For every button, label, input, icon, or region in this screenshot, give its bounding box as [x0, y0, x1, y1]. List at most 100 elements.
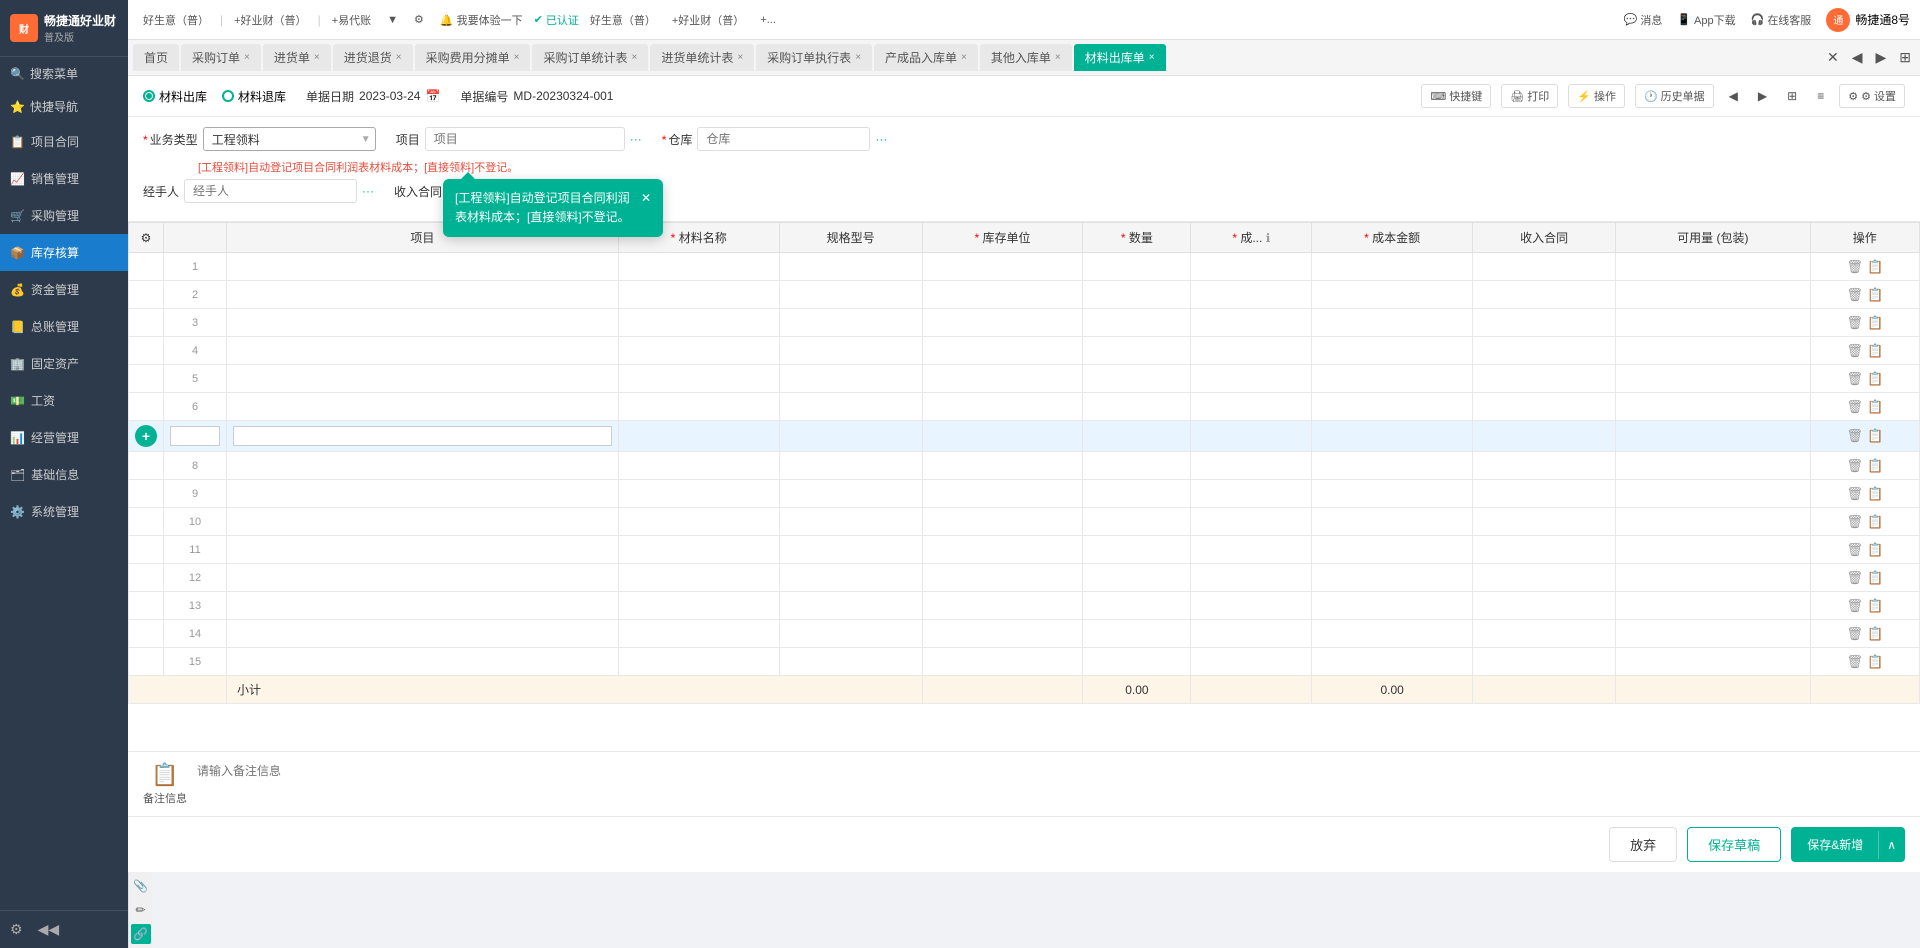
row-13-warehouse[interactable] — [922, 592, 1083, 620]
row-5-warehouse[interactable] — [922, 365, 1083, 393]
row-6-delete-icon[interactable]: 🗑 — [1846, 399, 1863, 415]
tab-goods-in[interactable]: 进货单 × — [263, 44, 331, 71]
row-13-spec[interactable] — [779, 592, 922, 620]
shortcut-btn[interactable]: ⌨ 快捷键 — [1421, 84, 1491, 108]
row-10-income-contract[interactable] — [1473, 508, 1616, 536]
row-4-warehouse[interactable] — [922, 337, 1083, 365]
row-8-available[interactable] — [1616, 452, 1810, 480]
row-8-cost[interactable] — [1191, 452, 1312, 480]
topbar-experience-btn[interactable]: 🔔 我要体验一下 — [435, 10, 528, 30]
row-5-delete-icon[interactable]: 🗑 — [1846, 371, 1863, 387]
row-4-cost[interactable] — [1191, 337, 1312, 365]
row-12-available[interactable] — [1616, 564, 1810, 592]
row-1-spec[interactable] — [779, 253, 922, 281]
tab-purchase-exec[interactable]: 采购订单执行表 × — [756, 44, 872, 71]
row-10-copy-icon[interactable]: 📋 — [1867, 514, 1883, 530]
row-13-cost[interactable] — [1191, 592, 1312, 620]
row-2-material[interactable] — [618, 281, 779, 309]
tab-nav-left-btn[interactable]: ◀ — [1848, 47, 1867, 68]
row-4-project[interactable] — [227, 337, 619, 365]
row-13-cost-amount[interactable] — [1312, 592, 1473, 620]
tab-goods-return-close[interactable]: × — [396, 52, 402, 63]
row-15-quantity[interactable] — [1083, 648, 1191, 676]
row-5-quantity[interactable] — [1083, 365, 1191, 393]
right-panel-attachment-btn[interactable]: 📎 — [131, 876, 151, 896]
row-4-cost-amount[interactable] — [1312, 337, 1473, 365]
row-1-project[interactable] — [227, 253, 619, 281]
handler-input[interactable] — [184, 179, 357, 203]
row-11-quantity[interactable] — [1083, 536, 1191, 564]
tab-purchase-exec-close[interactable]: × — [855, 52, 861, 63]
row-8-copy-icon[interactable]: 📋 — [1867, 458, 1883, 474]
row-8-income-contract[interactable] — [1473, 452, 1616, 480]
row-4-copy-icon[interactable]: 📋 — [1867, 343, 1883, 359]
row-6-project[interactable] — [227, 393, 619, 421]
discard-button[interactable]: 放弃 — [1609, 827, 1677, 862]
row-14-income-contract[interactable] — [1473, 620, 1616, 648]
row-11-income-contract[interactable] — [1473, 536, 1616, 564]
row-5-spec[interactable] — [779, 365, 922, 393]
row-3-copy-icon[interactable]: 📋 — [1867, 315, 1883, 331]
sidebar-item-ledger[interactable]: 📒 总账管理 — [0, 308, 128, 345]
row-13-copy-icon[interactable]: 📋 — [1867, 598, 1883, 614]
row-10-material[interactable] — [618, 508, 779, 536]
row-9-spec[interactable] — [779, 480, 922, 508]
print-btn[interactable]: 🖨 打印 — [1501, 84, 1558, 108]
row-6-copy-icon[interactable]: 📋 — [1867, 399, 1883, 415]
row-7-project[interactable] — [227, 421, 619, 452]
save-new-split-btn[interactable]: 保存&新增 ∧ — [1791, 827, 1905, 862]
row-3-delete-icon[interactable]: 🗑 — [1846, 315, 1863, 331]
tooltip-close-btn[interactable]: ✕ — [641, 189, 651, 208]
row-14-spec[interactable] — [779, 620, 922, 648]
row-12-cost-amount[interactable] — [1312, 564, 1473, 592]
col-settings[interactable]: ⚙ — [129, 223, 164, 253]
row-1-copy-icon[interactable]: 📋 — [1867, 259, 1883, 275]
calendar-icon[interactable]: 📅 — [425, 89, 440, 103]
row-15-warehouse[interactable] — [922, 648, 1083, 676]
row-3-cost[interactable] — [1191, 309, 1312, 337]
row-5-copy-icon[interactable]: 📋 — [1867, 371, 1883, 387]
tab-material-out[interactable]: 材料出库单 × — [1074, 44, 1166, 71]
row-10-warehouse[interactable] — [922, 508, 1083, 536]
topbar-link-good-biz[interactable]: 好生意（普） — [138, 10, 214, 30]
add-row-btn[interactable]: + — [135, 425, 157, 447]
tab-purchase-expense-close[interactable]: × — [514, 52, 520, 63]
row-3-available[interactable] — [1616, 309, 1810, 337]
row-2-project[interactable] — [227, 281, 619, 309]
row-9-quantity[interactable] — [1083, 480, 1191, 508]
tab-products-in-close[interactable]: × — [961, 52, 967, 63]
row-5-income-contract[interactable] — [1473, 365, 1616, 393]
row-8-warehouse[interactable] — [922, 452, 1083, 480]
row-9-delete-icon[interactable]: 🗑 — [1846, 486, 1863, 502]
sidebar-search[interactable]: 🔍 搜索菜单 — [0, 57, 128, 90]
row-11-project[interactable] — [227, 536, 619, 564]
row-9-cost-amount[interactable] — [1312, 480, 1473, 508]
tab-grid-view-btn[interactable]: ⊞ — [1895, 47, 1915, 68]
row-13-quantity[interactable] — [1083, 592, 1191, 620]
sidebar-collapse-icon[interactable]: ◀◀ — [38, 921, 60, 938]
tab-purchase-expense[interactable]: 采购费用分摊单 × — [415, 44, 531, 71]
row-7-input-1[interactable] — [170, 426, 220, 446]
row-2-cost-amount[interactable] — [1312, 281, 1473, 309]
row-1-cost-amount[interactable] — [1312, 253, 1473, 281]
row-1-cost[interactable] — [1191, 253, 1312, 281]
row-15-delete-icon[interactable]: 🗑 — [1846, 654, 1863, 670]
row-7-quantity[interactable] — [1083, 421, 1191, 452]
row-11-material[interactable] — [618, 536, 779, 564]
row-4-delete-icon[interactable]: 🗑 — [1846, 343, 1863, 359]
row-11-available[interactable] — [1616, 536, 1810, 564]
topbar-message-btn[interactable]: 💬 消息 — [1624, 12, 1663, 28]
handler-more-icon[interactable]: ··· — [362, 184, 374, 198]
row-13-available[interactable] — [1616, 592, 1810, 620]
row-13-income-contract[interactable] — [1473, 592, 1616, 620]
row-12-project[interactable] — [227, 564, 619, 592]
row-9-income-contract[interactable] — [1473, 480, 1616, 508]
row-7-warehouse[interactable] — [922, 421, 1083, 452]
row-10-cost[interactable] — [1191, 508, 1312, 536]
row-2-delete-icon[interactable]: 🗑 — [1846, 287, 1863, 303]
row-1-warehouse[interactable] — [922, 253, 1083, 281]
grid-layout-btn[interactable]: ⊞ — [1782, 86, 1802, 106]
topbar-link-agent[interactable]: +易代账 — [327, 10, 376, 30]
topbar-user[interactable]: 通 畅捷通8号 — [1826, 8, 1910, 32]
row-15-spec[interactable] — [779, 648, 922, 676]
